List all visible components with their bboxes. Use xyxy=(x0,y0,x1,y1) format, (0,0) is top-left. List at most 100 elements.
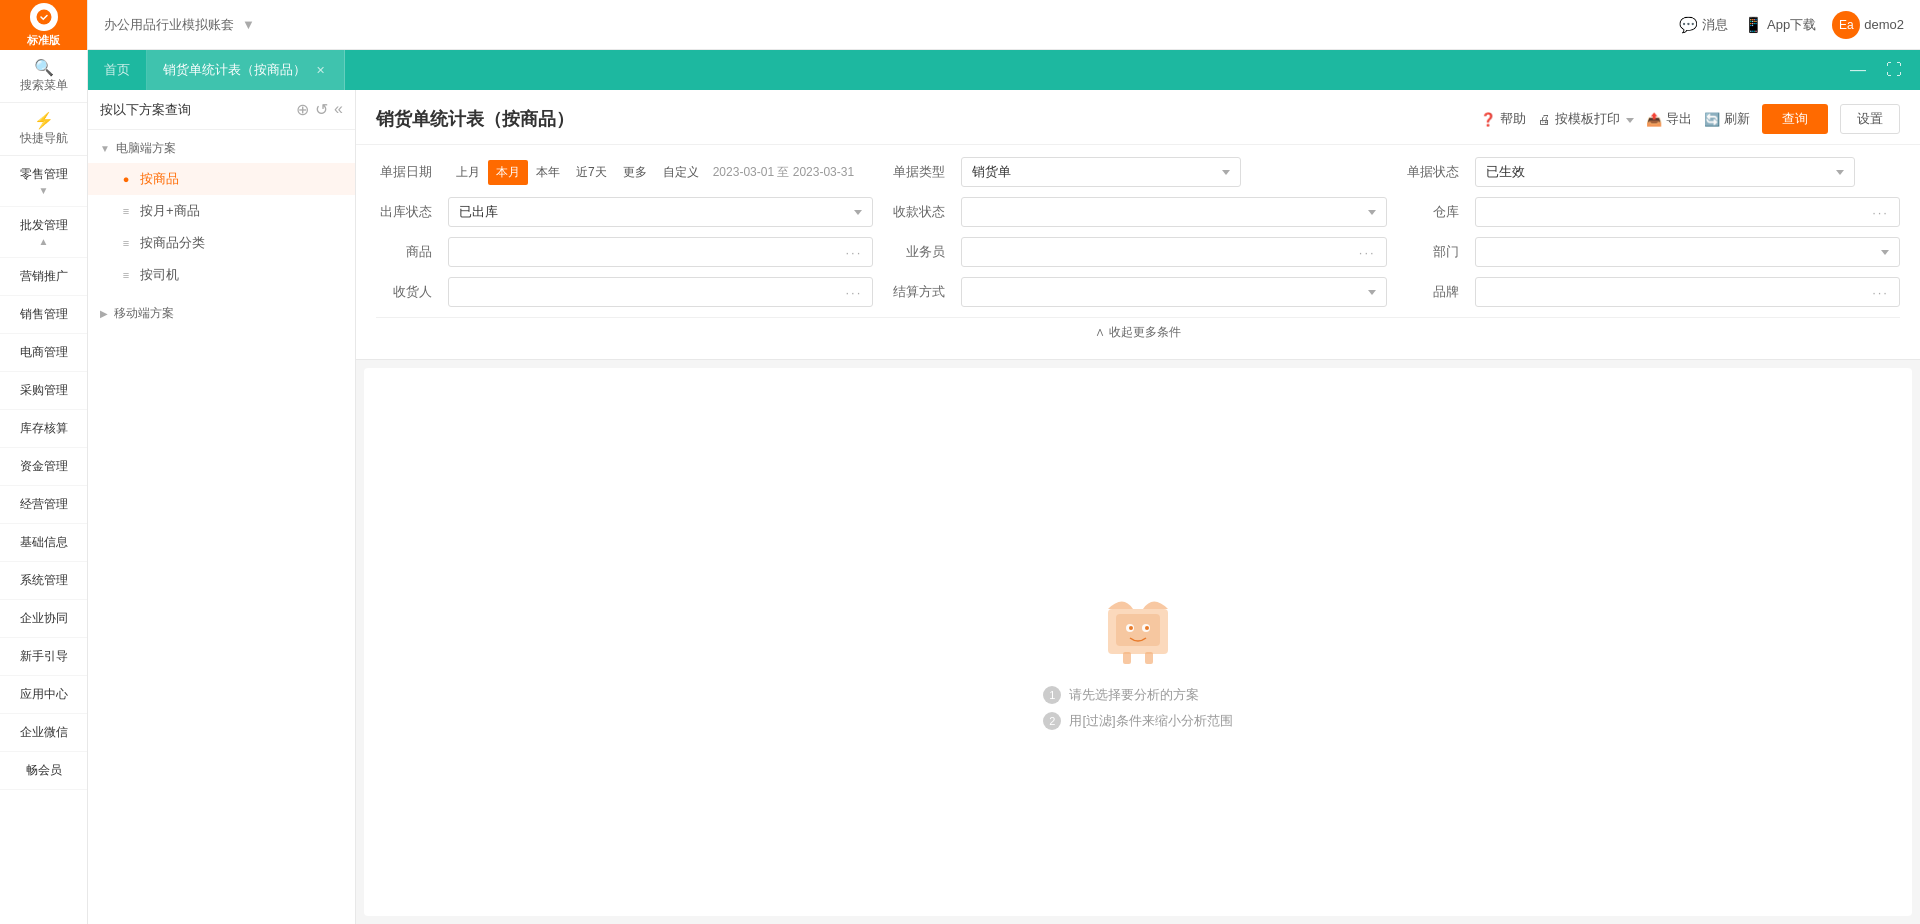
sidebar-item-purchase[interactable]: 采购管理 xyxy=(0,372,87,410)
receiver-input[interactable]: ··· xyxy=(448,277,873,307)
tab-minimize-icon[interactable]: — xyxy=(1844,56,1872,84)
by-category-label: 按商品分类 xyxy=(140,234,205,252)
main-area: 办公用品行业模拟账套 ▼ 💬 消息 📱 App下载 Ea demo2 首页 销货… xyxy=(88,0,1920,924)
tab-bar: 首页 销货单统计表（按商品） ✕ — ⛶ xyxy=(88,50,1920,90)
by-product-label: 按商品 xyxy=(140,170,179,188)
scheme-group-mobile-title[interactable]: ▶ 移动端方案 xyxy=(88,299,355,328)
sidebar-item-app-center[interactable]: 应用中心 xyxy=(0,676,87,714)
brand-dots[interactable]: ··· xyxy=(1872,285,1889,300)
sidebar-item-wechat[interactable]: 企业微信 xyxy=(0,714,87,752)
page-title-area: 销货单统计表（按商品） ❓ 帮助 🖨 按模板打印 📤 导出 xyxy=(356,90,1920,145)
sidebar-item-guide[interactable]: 新手引导 xyxy=(0,638,87,676)
receipt-status-chevron xyxy=(1368,210,1376,215)
sidebar-item-member[interactable]: 畅会员 xyxy=(0,752,87,790)
sidebar-item-basic[interactable]: 基础信息 xyxy=(0,524,87,562)
sidebar-item-wholesale[interactable]: 批发管理 ▲ xyxy=(0,207,87,258)
scheme-group-pc: ▼ 电脑端方案 ● 按商品 ≡ 按月+商品 ≡ 按商品分类 ≡ 按司机 xyxy=(88,130,355,295)
tab-sales-report[interactable]: 销货单统计表（按商品） ✕ xyxy=(147,50,345,90)
svg-point-6 xyxy=(1145,626,1149,630)
product-dots[interactable]: ··· xyxy=(845,245,862,260)
sidebar-item-sales[interactable]: 销售管理 xyxy=(0,296,87,334)
doc-status-input[interactable]: 已生效 xyxy=(1475,157,1855,187)
left-panel-title: 按以下方案查询 xyxy=(100,101,191,119)
doc-type-chevron xyxy=(1222,170,1230,175)
scheme-group-pc-title[interactable]: ▼ 电脑端方案 xyxy=(88,134,355,163)
sidebar-item-enterprise[interactable]: 企业协同 xyxy=(0,600,87,638)
staff-input[interactable]: ··· xyxy=(961,237,1386,267)
receiver-label: 收货人 xyxy=(376,283,432,301)
sidebar-item-marketing[interactable]: 营销推广 xyxy=(0,258,87,296)
sidebar-item-ecommerce[interactable]: 电商管理 xyxy=(0,334,87,372)
avatar: Ea xyxy=(1832,11,1860,39)
sidebar-search[interactable]: 🔍 搜索菜单 xyxy=(0,50,87,103)
sidebar-item-inventory[interactable]: 库存核算 xyxy=(0,410,87,448)
staff-dots[interactable]: ··· xyxy=(1359,245,1376,260)
doc-type-input[interactable]: 销货单 xyxy=(961,157,1241,187)
date-btn-this-month[interactable]: 本月 xyxy=(488,160,528,185)
date-btn-more[interactable]: 更多 xyxy=(615,160,655,185)
scheme-item-by-product[interactable]: ● 按商品 xyxy=(88,163,355,195)
scheme-item-by-driver[interactable]: ≡ 按司机 xyxy=(88,259,355,291)
svg-rect-7 xyxy=(1123,652,1131,664)
refresh-scheme-icon[interactable]: ↺ xyxy=(315,100,328,119)
quick-nav-label: 快捷导航 xyxy=(6,130,81,147)
scheme-item-by-category[interactable]: ≡ 按商品分类 xyxy=(88,227,355,259)
dept-input[interactable] xyxy=(1475,237,1900,267)
payment-input[interactable] xyxy=(961,277,1386,307)
collapse-panel-icon[interactable]: « xyxy=(334,100,343,119)
empty-state: 1 请先选择要分析的方案 2 用[过滤]条件来缩小分析范围 xyxy=(364,368,1912,916)
date-btn-last-month[interactable]: 上月 xyxy=(448,160,488,185)
scheme-item-by-month-product[interactable]: ≡ 按月+商品 xyxy=(88,195,355,227)
sidebar-item-operation[interactable]: 经营管理 xyxy=(0,486,87,524)
warehouse-dots[interactable]: ··· xyxy=(1872,205,1889,220)
sidebar-item-retail[interactable]: 零售管理 ▼ xyxy=(0,156,87,207)
help-button[interactable]: ❓ 帮助 xyxy=(1480,110,1526,128)
brand-input[interactable]: ··· xyxy=(1475,277,1900,307)
out-status-input[interactable]: 已出库 xyxy=(448,197,873,227)
receipt-status-label: 收款状态 xyxy=(889,203,945,221)
header-left: 办公用品行业模拟账套 ▼ xyxy=(104,16,255,34)
tab-close-icon[interactable]: ✕ xyxy=(312,62,328,78)
by-product-icon: ● xyxy=(118,171,134,187)
collapse-more-button[interactable]: ∧ 收起更多条件 xyxy=(376,317,1900,347)
date-btn-this-year[interactable]: 本年 xyxy=(528,160,568,185)
mobile-group-arrow: ▶ xyxy=(100,308,108,319)
app-download-button[interactable]: 📱 App下载 xyxy=(1744,16,1816,34)
sidebar-item-system[interactable]: 系统管理 xyxy=(0,562,87,600)
collapse-label: ∧ 收起更多条件 xyxy=(1095,325,1180,339)
query-button[interactable]: 查询 xyxy=(1762,104,1828,134)
finance-label: 资金管理 xyxy=(20,458,68,475)
add-scheme-icon[interactable]: ⊕ xyxy=(296,100,309,119)
date-btn-custom[interactable]: 自定义 xyxy=(655,160,707,185)
user-profile[interactable]: Ea demo2 xyxy=(1832,11,1904,39)
out-status-chevron xyxy=(854,210,862,215)
settings-button[interactable]: 设置 xyxy=(1840,104,1900,134)
doc-type-label: 单据类型 xyxy=(889,163,945,181)
tab-maximize-icon[interactable]: ⛶ xyxy=(1880,56,1908,84)
date-btn-7days[interactable]: 近7天 xyxy=(568,160,615,185)
svg-rect-8 xyxy=(1145,652,1153,664)
export-icon: 📤 xyxy=(1646,112,1662,127)
warehouse-input[interactable]: ··· xyxy=(1475,197,1900,227)
print-button[interactable]: 🖨 按模板打印 xyxy=(1538,110,1634,128)
receipt-status-input[interactable] xyxy=(961,197,1386,227)
message-button[interactable]: 💬 消息 xyxy=(1679,16,1728,34)
brand-control: ··· xyxy=(1475,277,1900,307)
step2-label: 用[过滤]条件来缩小分析范围 xyxy=(1069,712,1232,730)
doc-status-value: 已生效 xyxy=(1486,163,1525,181)
inventory-label: 库存核算 xyxy=(20,420,68,437)
receiver-dots[interactable]: ··· xyxy=(845,285,862,300)
filter-row-1: 单据日期 上月 本月 本年 近7天 更多 自定义 2023-03-01 至 20… xyxy=(376,157,1900,187)
industry-dropdown-icon[interactable]: ▼ xyxy=(242,17,255,32)
sidebar-quick-nav[interactable]: ⚡ 快捷导航 xyxy=(0,103,87,156)
tab-home[interactable]: 首页 xyxy=(88,50,147,90)
receipt-status-control xyxy=(961,197,1386,227)
refresh-button[interactable]: 🔄 刷新 xyxy=(1704,110,1750,128)
dept-label: 部门 xyxy=(1403,243,1459,261)
print-icon: 🖨 xyxy=(1538,112,1551,127)
empty-step-2: 2 用[过滤]条件来缩小分析范围 xyxy=(1043,712,1232,730)
svg-point-5 xyxy=(1129,626,1133,630)
sidebar-item-finance[interactable]: 资金管理 xyxy=(0,448,87,486)
product-input[interactable]: ··· xyxy=(448,237,873,267)
export-button[interactable]: 📤 导出 xyxy=(1646,110,1692,128)
